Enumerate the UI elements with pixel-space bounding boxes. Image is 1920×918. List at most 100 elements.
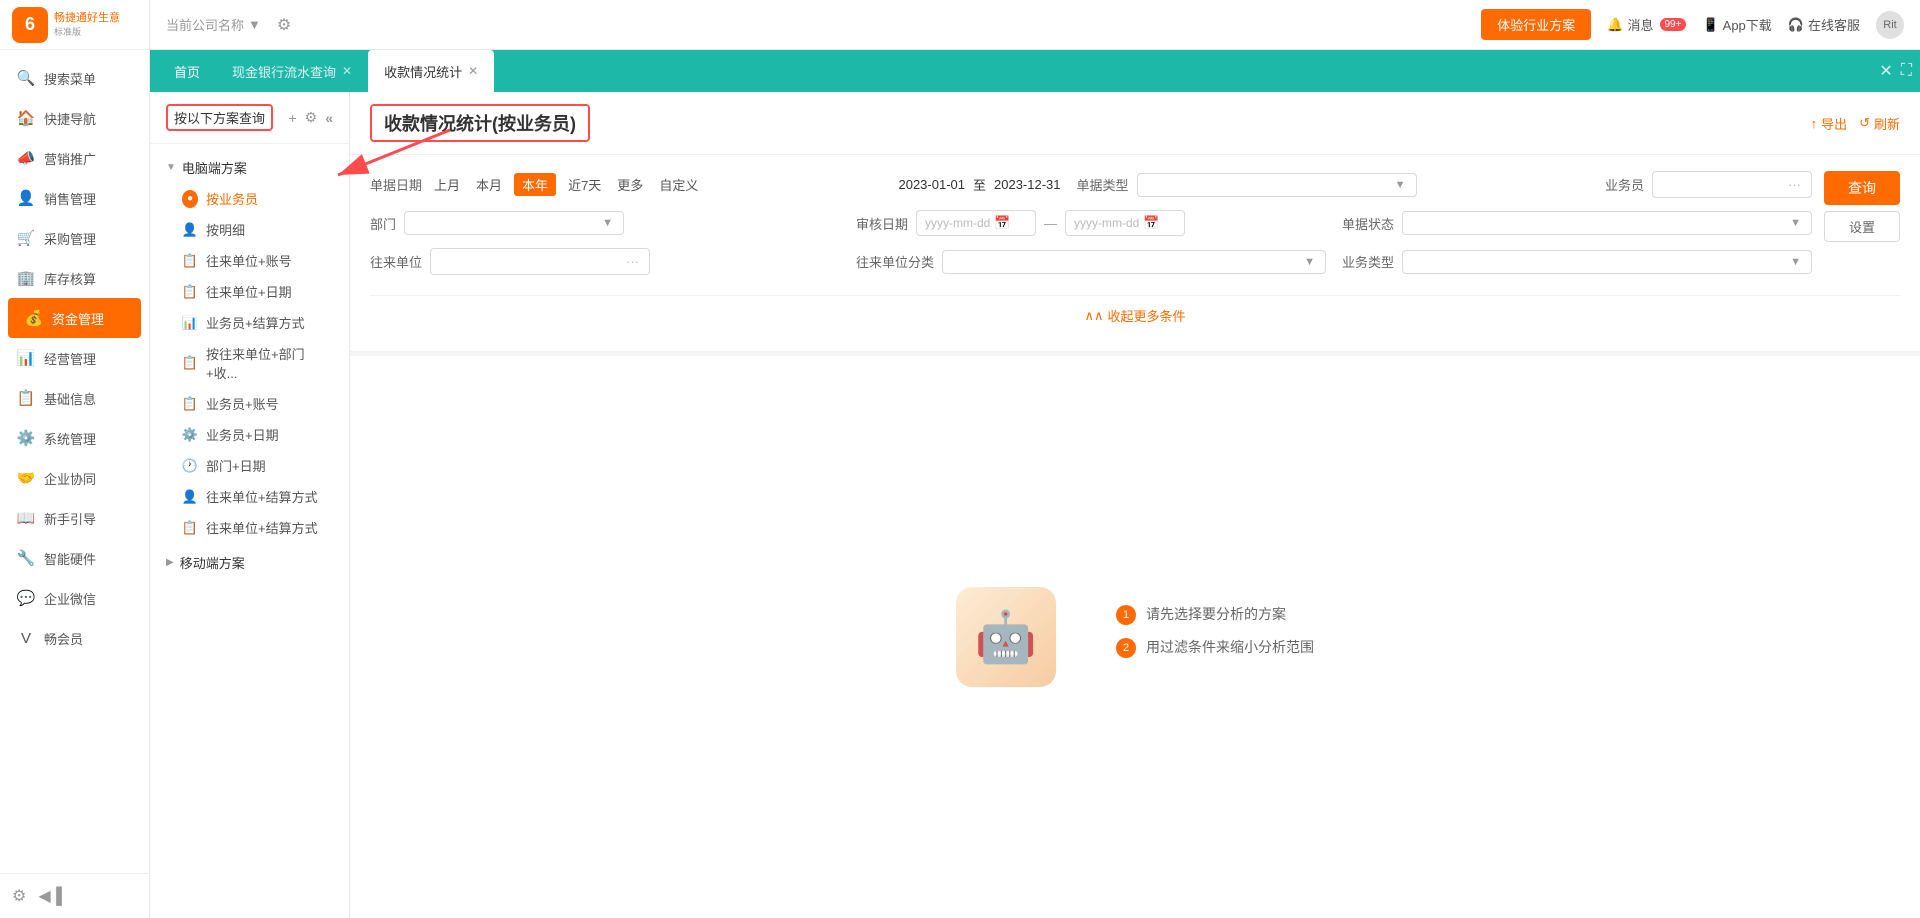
close-window-btn[interactable]: ✕ bbox=[1879, 61, 1892, 81]
tab-bank[interactable]: 现金银行流水查询 ✕ bbox=[216, 50, 368, 92]
review-date-to[interactable]: yyyy-mm-dd 📅 bbox=[1065, 210, 1185, 236]
vendor-select[interactable]: ··· bbox=[430, 248, 650, 275]
collapse-sidebar-btn[interactable]: ◀▐ bbox=[38, 886, 62, 906]
biz-type-field: 业务类型 ▼ bbox=[1342, 250, 1812, 274]
review-date-from[interactable]: yyyy-mm-dd 📅 bbox=[916, 210, 1036, 236]
tree-expand-icon: ▼ bbox=[166, 162, 176, 173]
topbar: 当前公司名称 ▼ ⚙ 体验行业方案 🔔 消息 99+ 📱 App下载 🎧 在线客… bbox=[150, 0, 1920, 50]
tree-group-mobile-header[interactable]: ▶ 移动端方案 bbox=[150, 547, 349, 578]
tree-item-by-staff[interactable]: ● 按业务员 bbox=[150, 183, 349, 214]
staff-more-btn[interactable]: ··· bbox=[1788, 177, 1801, 192]
trial-btn[interactable]: 体验行业方案 bbox=[1481, 9, 1591, 40]
main-area: 当前公司名称 ▼ ⚙ 体验行业方案 🔔 消息 99+ 📱 App下载 🎧 在线客… bbox=[150, 0, 1920, 918]
user-avatar[interactable]: Rit bbox=[1876, 11, 1904, 39]
collapse-btn[interactable]: ∧∧ 收起更多条件 bbox=[370, 296, 1900, 335]
vendor-class-select[interactable]: ▼ bbox=[942, 250, 1326, 274]
page-header-actions: ↑ 导出 ↺ 刷新 bbox=[1811, 114, 1900, 133]
date-tab-last-month[interactable]: 上月 bbox=[430, 173, 464, 196]
date-to-separator: 至 bbox=[973, 175, 986, 194]
add-scheme-btn[interactable]: + bbox=[288, 110, 296, 126]
date-tab-custom[interactable]: 自定义 bbox=[655, 173, 702, 196]
date-range-display: 2023-01-01 至 2023-12-31 bbox=[898, 175, 1060, 194]
tree-item-vendor-settle1[interactable]: 👤 往来单位+结算方式 bbox=[150, 481, 349, 512]
dept-label: 部门 bbox=[370, 214, 396, 233]
doc-type-select[interactable]: ▼ bbox=[1137, 173, 1417, 197]
tab-bank-close[interactable]: ✕ bbox=[342, 64, 352, 78]
sidebar-item-quick-nav[interactable]: 🏠 快捷导航 bbox=[0, 98, 149, 138]
tree-item-vendor-account[interactable]: 📋 往来单位+账号 bbox=[150, 245, 349, 276]
topbar-gear-icon[interactable]: ⚙ bbox=[277, 15, 291, 35]
doc-type-label: 单据类型 bbox=[1077, 175, 1129, 194]
tree-item-by-detail[interactable]: 👤 按明细 bbox=[150, 214, 349, 245]
vendor-class-label: 往来单位分类 bbox=[856, 252, 934, 271]
logo-icon: 6 bbox=[12, 7, 48, 43]
empty-robot-illustration: 🤖 bbox=[956, 587, 1056, 687]
review-date-field: 审核日期 yyyy-mm-dd 📅 — yyyy-mm-dd 📅 bbox=[856, 210, 1326, 236]
active-item-icon: ● bbox=[182, 191, 198, 207]
date-tab-this-year[interactable]: 本年 bbox=[514, 173, 556, 196]
sidebar-item-vip[interactable]: V 畅会员 bbox=[0, 618, 149, 658]
logo-name: 畅捷通好生意 bbox=[54, 11, 120, 25]
date-tab-more[interactable]: 更多 bbox=[613, 173, 647, 196]
biz-type-select[interactable]: ▼ bbox=[1402, 250, 1812, 274]
empty-steps: 1 请先选择要分析的方案 2 用过滤条件来缩小分析范围 bbox=[1116, 604, 1314, 670]
sidebar-item-guide[interactable]: 📖 新手引导 bbox=[0, 498, 149, 538]
sidebar-item-hardware[interactable]: 🔧 智能硬件 bbox=[0, 538, 149, 578]
page-title-box: 收款情况统计(按业务员) bbox=[370, 104, 590, 142]
tab-bar: 首页 现金银行流水查询 ✕ 收款情况统计 ✕ ✕ ⛶ bbox=[150, 50, 1920, 92]
date-tab-this-month[interactable]: 本月 bbox=[472, 173, 506, 196]
app-download-btn[interactable]: 📱 App下载 bbox=[1702, 15, 1771, 34]
tree-group-desktop-header[interactable]: ▼ 电脑端方案 bbox=[150, 152, 349, 183]
sidebar-item-purchase[interactable]: 🛒 采购管理 bbox=[0, 218, 149, 258]
panel-header-title: 按以下方案查询 bbox=[166, 104, 273, 131]
scheme-settings-btn[interactable]: ⚙ bbox=[305, 109, 318, 126]
tree-item-staff-account[interactable]: 📋 业务员+账号 bbox=[150, 388, 349, 419]
dropdown-icon[interactable]: ▼ bbox=[248, 17, 261, 32]
sidebar-item-sales[interactable]: 👤 销售管理 bbox=[0, 178, 149, 218]
collapse-panel-btn[interactable]: « bbox=[325, 110, 333, 126]
handshake-icon: 🤝 bbox=[16, 468, 36, 488]
vendor-more-btn[interactable]: ··· bbox=[626, 254, 639, 269]
vendor-field: 往来单位 ··· bbox=[370, 248, 840, 275]
tree-item-staff-settle[interactable]: 📊 业务员+结算方式 bbox=[150, 307, 349, 338]
doc-status-select[interactable]: ▼ bbox=[1402, 211, 1812, 235]
tab-home[interactable]: 首页 bbox=[158, 50, 216, 92]
query-btn[interactable]: 查询 bbox=[1824, 171, 1900, 205]
sidebar-item-wechat[interactable]: 💬 企业微信 bbox=[0, 578, 149, 618]
refresh-btn[interactable]: ↺ 刷新 bbox=[1859, 114, 1900, 133]
tab-collection-close[interactable]: ✕ bbox=[468, 64, 478, 78]
filter-settings-btn[interactable]: 设置 bbox=[1824, 211, 1900, 242]
tree-item-vendor-dept[interactable]: 📋 按往来单位+部门+收... bbox=[150, 338, 349, 388]
staff-select[interactable]: ··· bbox=[1652, 171, 1812, 198]
chart-icon: 📊 bbox=[16, 348, 36, 368]
sidebar-item-operation[interactable]: 📊 经营管理 bbox=[0, 338, 149, 378]
sidebar-item-finance[interactable]: 💰 资金管理 bbox=[8, 298, 141, 338]
tree-item-staff-date[interactable]: ⚙️ 业务员+日期 bbox=[150, 419, 349, 450]
sidebar-item-marketing[interactable]: 📣 营销推广 bbox=[0, 138, 149, 178]
doc-status-label: 单据状态 bbox=[1342, 214, 1394, 233]
tab-collection[interactable]: 收款情况统计 ✕ bbox=[368, 50, 494, 92]
sidebar-bottom: ⚙ ◀▐ bbox=[0, 873, 149, 918]
export-btn[interactable]: ↑ 导出 bbox=[1811, 114, 1848, 133]
sidebar-logo: 6 畅捷通好生意 标准版 bbox=[0, 0, 149, 50]
content-area: 按以下方案查询 + ⚙ « ▼ 电脑端方案 ● 按业务员 bbox=[150, 92, 1920, 918]
sidebar-nav: 🔍 搜索菜单 🏠 快捷导航 📣 营销推广 👤 销售管理 🛒 采购管理 🏢 库存核… bbox=[0, 50, 149, 873]
sidebar-item-enterprise[interactable]: 🤝 企业协同 bbox=[0, 458, 149, 498]
dept-select[interactable]: ▼ bbox=[404, 211, 624, 235]
sidebar-item-basic[interactable]: 📋 基础信息 bbox=[0, 378, 149, 418]
tree-item-vendor-settle2[interactable]: 📋 往来单位+结算方式 bbox=[150, 512, 349, 543]
dept-dropdown-icon: ▼ bbox=[602, 217, 613, 229]
sidebar-item-inventory[interactable]: 🏢 库存核算 bbox=[0, 258, 149, 298]
tree-item-dept-date[interactable]: 🕐 部门+日期 bbox=[150, 450, 349, 481]
sidebar-item-system[interactable]: ⚙️ 系统管理 bbox=[0, 418, 149, 458]
online-service-btn[interactable]: 🎧 在线客服 bbox=[1788, 15, 1860, 34]
message-badge: 99+ bbox=[1660, 18, 1687, 31]
settings-bottom-btn[interactable]: ⚙ bbox=[12, 886, 26, 906]
date-tab-7days[interactable]: 近7天 bbox=[564, 173, 605, 196]
maximize-window-btn[interactable]: ⛶ bbox=[1901, 62, 1912, 80]
message-btn[interactable]: 🔔 消息 99+ bbox=[1607, 15, 1686, 34]
sidebar-item-search[interactable]: 🔍 搜索菜单 bbox=[0, 58, 149, 98]
tree-group-mobile: ▶ 移动端方案 bbox=[150, 547, 349, 578]
filter-row-3: 往来单位 ··· 往来单位分类 ▼ bbox=[370, 248, 1812, 275]
tree-item-vendor-date[interactable]: 📋 往来单位+日期 bbox=[150, 276, 349, 307]
